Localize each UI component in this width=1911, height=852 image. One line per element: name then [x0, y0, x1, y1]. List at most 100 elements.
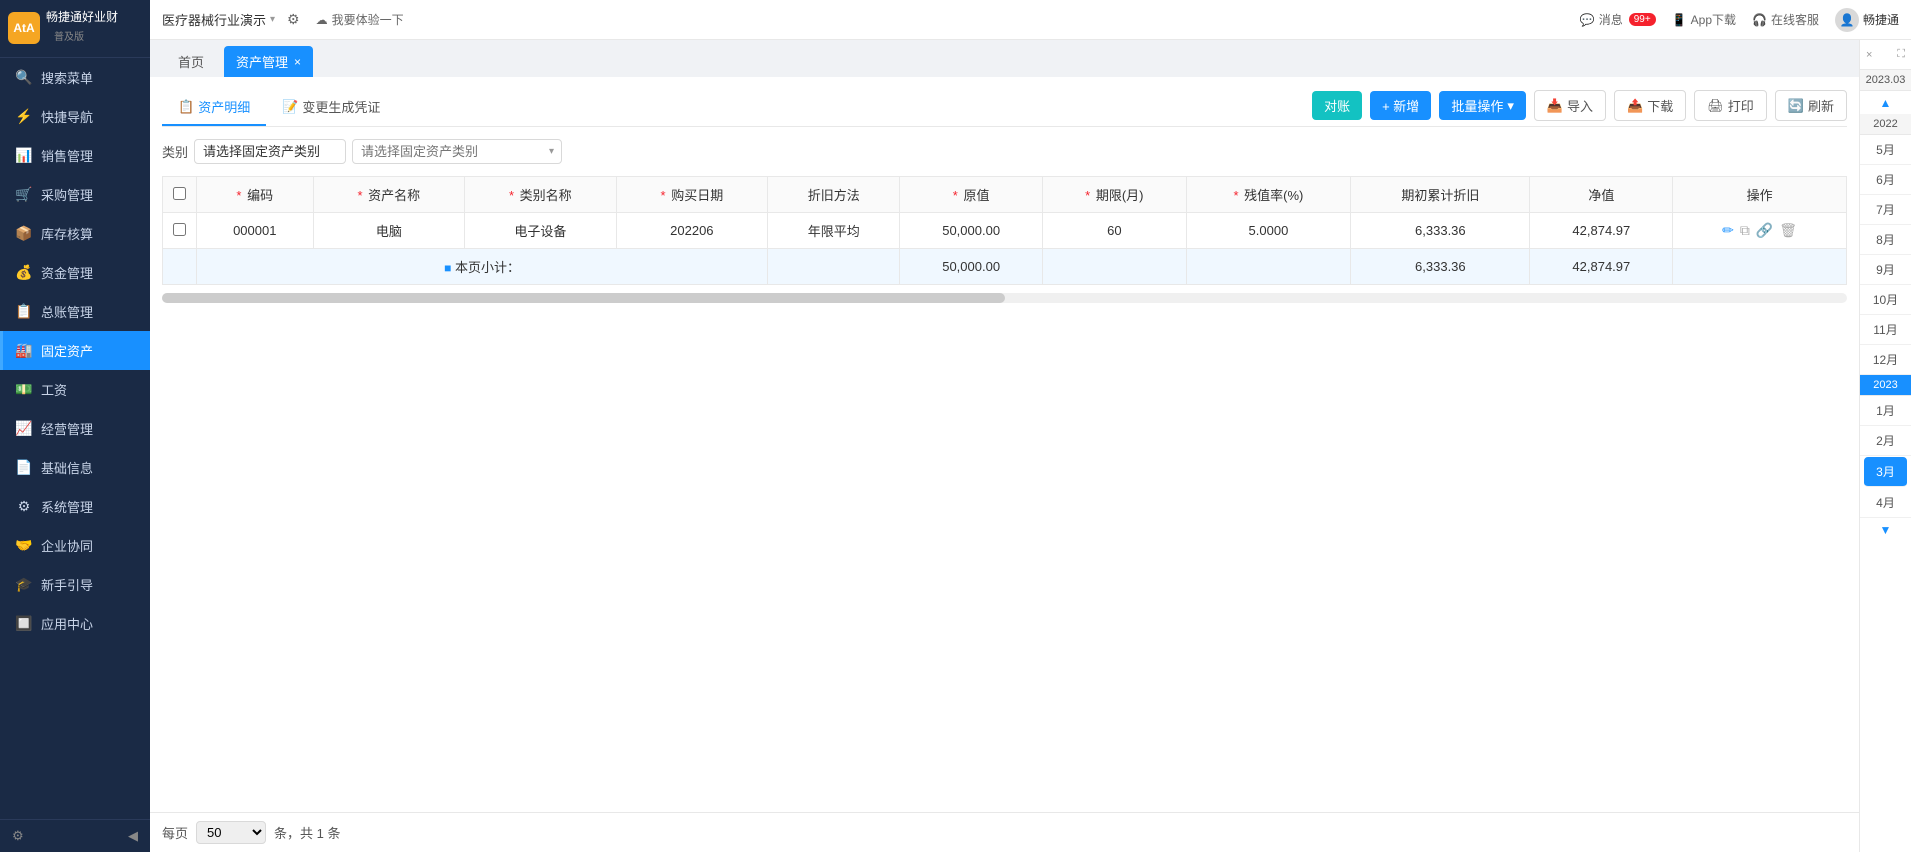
month-item-2023-4[interactable]: 4月 [1860, 488, 1911, 518]
refresh-label: 刷新 [1808, 96, 1834, 115]
sidebar-item-purchase[interactable]: 🛒 采购管理 [0, 175, 150, 214]
sidebar-item-guide[interactable]: 🎓 新手引导 [0, 565, 150, 604]
service-icon: 🎧 [1752, 13, 1767, 27]
sidebar-item-funds[interactable]: 💰 资金管理 [0, 253, 150, 292]
sidebar-item-label: 总账管理 [41, 302, 93, 321]
per-page-select[interactable]: 50 100 [196, 821, 266, 844]
user-profile[interactable]: 👤 畅捷通 [1835, 8, 1899, 32]
filter-category-select[interactable]: 请选择固定资产类别 [194, 139, 346, 164]
sidebar-item-inventory[interactable]: 📦 库存核算 [0, 214, 150, 253]
download-button[interactable]: 📱 App下载 [1672, 11, 1736, 28]
copy-icon[interactable]: ⧉ [1740, 222, 1750, 239]
sub-tab-asset-detail-label: 资产明细 [198, 97, 250, 116]
right-panel-header: × ⛶ [1860, 40, 1911, 70]
asset-detail-icon: 📋 [178, 99, 194, 115]
tab-home[interactable]: 首页 [162, 46, 220, 77]
table-header-depreciation-method: 折旧方法 [768, 177, 900, 213]
batch-button[interactable]: 批量操作 ▾ [1439, 91, 1526, 120]
company-name: 医疗器械行业演示 [162, 10, 266, 29]
month-item-5[interactable]: 5月 [1860, 135, 1911, 165]
sidebar-item-label: 新手引导 [41, 575, 93, 594]
row-period: 60 [1043, 213, 1187, 249]
sidebar-item-quick-nav[interactable]: ⚡ 快捷导航 [0, 97, 150, 136]
subtotal-label: ■ 本页小计： [197, 249, 768, 285]
sidebar-item-system[interactable]: ⚙ 系统管理 [0, 487, 150, 526]
settings-icon[interactable]: ⚙ [12, 828, 24, 844]
collapse-icon[interactable]: ◀ [128, 828, 138, 844]
select-all-checkbox[interactable] [173, 187, 186, 200]
sidebar-item-label: 资金管理 [41, 263, 93, 282]
reconcile-button[interactable]: 对账 [1312, 91, 1362, 120]
message-button[interactable]: 💬 消息 99+ [1580, 11, 1656, 28]
month-item-9[interactable]: 9月 [1860, 255, 1911, 285]
page-content: 首页 资产管理 × 📋 资产明细 📝 变更生成凭证 [150, 40, 1859, 852]
inner-content: 📋 资产明细 📝 变更生成凭证 对账 + 新增 [150, 77, 1859, 812]
new-button[interactable]: + 新增 [1370, 91, 1431, 120]
close-right-panel-icon[interactable]: × [1866, 49, 1872, 61]
refresh-button[interactable]: 🔄 刷新 [1775, 90, 1847, 121]
sidebar-footer: ⚙ ◀ [0, 819, 150, 852]
table-header-original-value: * 原值 [900, 177, 1043, 213]
sidebar-item-label: 企业协同 [41, 536, 93, 555]
table-header-accumulated-depreciation: 期初累计折旧 [1351, 177, 1530, 213]
month-item-11[interactable]: 11月 [1860, 315, 1911, 345]
year-label-current: 2023 [1860, 375, 1911, 396]
sidebar-item-basic-info[interactable]: 📄 基础信息 [0, 448, 150, 487]
link-icon[interactable]: 🔗 [1756, 222, 1773, 239]
sub-tab-asset-detail[interactable]: 📋 资产明细 [162, 89, 266, 126]
subtotal-net-value: 42,874.97 [1530, 249, 1673, 285]
up-arrow-btn[interactable]: ▲ [1860, 91, 1911, 114]
table-header-code: * 编码 [197, 177, 314, 213]
table-header-period: * 期限(月) [1043, 177, 1187, 213]
company-settings-icon[interactable]: ⚙ [287, 11, 300, 28]
sidebar-item-fixed-assets[interactable]: 🏭 固定资产 [0, 331, 150, 370]
tab-asset-management[interactable]: 资产管理 × [224, 46, 313, 77]
table-header-purchase-date: * 购买日期 [616, 177, 768, 213]
sub-tab-change-voucher[interactable]: 📝 变更生成凭证 [266, 89, 396, 126]
delete-icon[interactable]: 🗑 [1779, 222, 1797, 239]
operations-icon: 📈 [15, 420, 33, 437]
right-panel-title: 2023.03 [1860, 70, 1911, 91]
subtotal-original-value: 50,000.00 [900, 249, 1043, 285]
month-item-2023-3[interactable]: 3月 [1864, 457, 1907, 487]
sidebar-item-sales[interactable]: 📊 销售管理 [0, 136, 150, 175]
month-item-2023-2[interactable]: 2月 [1860, 426, 1911, 456]
sidebar-item-payroll[interactable]: 💵 工资 [0, 370, 150, 409]
sidebar-item-search[interactable]: 🔍 搜索菜单 [0, 58, 150, 97]
export-label: 导入 [1567, 96, 1593, 115]
horizontal-scrollbar[interactable] [162, 285, 1847, 311]
sidebar-item-label: 基础信息 [41, 458, 93, 477]
sidebar-item-ledger[interactable]: 📋 总账管理 [0, 292, 150, 331]
sidebar-item-enterprise[interactable]: 🤝 企业协同 [0, 526, 150, 565]
export-button[interactable]: 📥 导入 [1534, 90, 1606, 121]
guide-icon: 🎓 [15, 576, 33, 593]
sidebar-item-operations[interactable]: 📈 经营管理 [0, 409, 150, 448]
user-name: 畅捷通 [1863, 11, 1899, 28]
expand-right-panel-icon[interactable]: ⛶ [1897, 48, 1905, 61]
service-button[interactable]: 🎧 在线客服 [1752, 11, 1819, 28]
message-label: 消息 [1599, 11, 1623, 28]
month-item-12[interactable]: 12月 [1860, 345, 1911, 375]
experience-button[interactable]: ☁ 我要体验一下 [316, 11, 404, 28]
sidebar-item-label: 工资 [41, 380, 67, 399]
print-button[interactable]: 🖨 打印 [1694, 90, 1767, 121]
company-selector[interactable]: 医疗器械行业演示 ▾ [162, 10, 275, 29]
month-item-7[interactable]: 7月 [1860, 195, 1911, 225]
month-item-6[interactable]: 6月 [1860, 165, 1911, 195]
action-icons: ✏ ⧉ 🔗 🗑 [1683, 222, 1836, 239]
app-name: 畅捷通好业财 [46, 10, 118, 26]
change-voucher-icon: 📝 [282, 99, 298, 115]
sub-tabs: 📋 资产明细 📝 变更生成凭证 对账 + 新增 [162, 89, 1847, 127]
month-item-2023-1[interactable]: 1月 [1860, 396, 1911, 426]
down-arrow-btn[interactable]: ▼ [1860, 518, 1911, 541]
month-item-10[interactable]: 10月 [1860, 285, 1911, 315]
tab-close-icon[interactable]: × [294, 55, 301, 69]
edit-icon[interactable]: ✏ [1722, 222, 1734, 239]
filter-category-input[interactable] [352, 139, 562, 164]
sidebar-item-app-center[interactable]: 🔲 应用中心 [0, 604, 150, 643]
month-item-8[interactable]: 8月 [1860, 225, 1911, 255]
subtotal-accumulated: 6,333.36 [1351, 249, 1530, 285]
row-checkbox[interactable] [173, 223, 186, 236]
filter-input-wrapper[interactable]: ▾ [352, 139, 562, 164]
download-button[interactable]: 📤 下载 [1614, 90, 1686, 121]
